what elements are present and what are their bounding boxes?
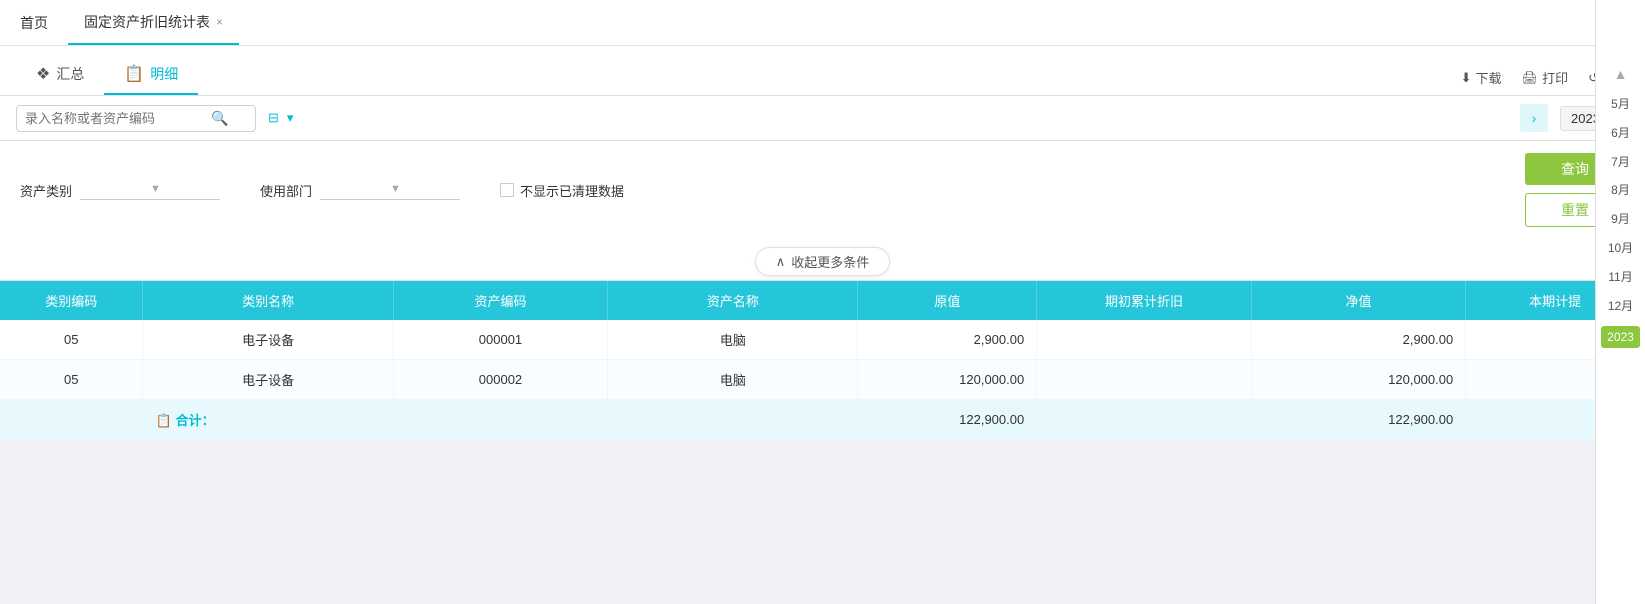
print-btn[interactable]: 🖨 打印 bbox=[1522, 68, 1569, 87]
asset-type-label: 资产类别 bbox=[20, 181, 72, 200]
collapse-label: 收起更多条件 bbox=[791, 252, 869, 271]
table-col-header: 类别名称 bbox=[143, 281, 393, 320]
tab-detail[interactable]: 📋 明细 bbox=[104, 55, 198, 95]
more-conditions-btn[interactable]: ⊟ ▾ bbox=[268, 110, 293, 126]
table-cell: 000001 bbox=[393, 320, 608, 360]
table-cell bbox=[1037, 360, 1252, 400]
table-cell: 电子设备 bbox=[143, 360, 393, 400]
table-cell: 000002 bbox=[393, 360, 608, 400]
department-select[interactable]: ▼ bbox=[320, 181, 460, 200]
nav-home[interactable]: 首页 bbox=[0, 0, 68, 45]
search-input[interactable] bbox=[25, 111, 205, 126]
table-cell: 2,900.00 bbox=[858, 320, 1037, 360]
sidebar-month[interactable]: 8月 bbox=[1604, 176, 1637, 205]
print-label: 打印 bbox=[1542, 68, 1568, 87]
table-col-header: 类别编码 bbox=[0, 281, 143, 320]
total-cell bbox=[0, 400, 143, 440]
table-header: 类别编码类别名称资产编码资产名称原值期初累计折旧净值本期计提 bbox=[0, 281, 1645, 320]
table-col-header: 资产编码 bbox=[393, 281, 608, 320]
hide-cleared-label: 不显示已清理数据 bbox=[520, 181, 624, 200]
table-col-header: 净值 bbox=[1251, 281, 1466, 320]
sidebar-month[interactable]: 7月 bbox=[1604, 148, 1637, 177]
table-wrap: 类别编码类别名称资产编码资产名称原值期初累计折旧净值本期计提 05电子设备000… bbox=[0, 281, 1645, 440]
table-total-row: 📋合计： 122,900.00 122,900.00 bbox=[0, 400, 1645, 440]
summary-icon: ❖ bbox=[36, 64, 50, 84]
tab-detail-label: 明细 bbox=[150, 64, 178, 84]
tab-summary-label: 汇总 bbox=[56, 64, 84, 84]
search-input-wrap[interactable]: 🔍 bbox=[16, 105, 256, 132]
sidebar-month[interactable]: 12月 bbox=[1604, 292, 1637, 321]
nav-tab-label: 固定资产折旧统计表 bbox=[84, 12, 210, 32]
table-col-header: 资产名称 bbox=[608, 281, 858, 320]
hide-cleared-checkbox[interactable]: 不显示已清理数据 bbox=[500, 181, 624, 200]
table-cell: 电脑 bbox=[608, 320, 858, 360]
sidebar-month[interactable]: 10月 bbox=[1604, 234, 1637, 263]
filter-icon: ⊟ bbox=[268, 110, 279, 126]
right-sidebar: ▲ 5月6月7月8月9月10月11月12月 2023 bbox=[1595, 0, 1645, 604]
department-label: 使用部门 bbox=[260, 181, 312, 200]
download-label: 下载 bbox=[1476, 68, 1502, 87]
search-icon: 🔍 bbox=[211, 110, 228, 127]
sidebar-scroll-up[interactable]: ▲ bbox=[1596, 60, 1645, 88]
tab-summary[interactable]: ❖ 汇总 bbox=[16, 55, 104, 95]
nav-tab-close[interactable]: × bbox=[216, 15, 223, 29]
table-cell: 120,000.00 bbox=[1251, 360, 1466, 400]
total-cell: 122,900.00 bbox=[1251, 400, 1466, 440]
table-body: 05电子设备000001电脑2,900.002,900.0005电子设备0000… bbox=[0, 320, 1645, 440]
department-filter: 使用部门 ▼ bbox=[260, 181, 460, 200]
department-arrow: ▼ bbox=[390, 183, 454, 195]
total-cell bbox=[608, 400, 858, 440]
more-conditions-arrow: ▾ bbox=[287, 110, 294, 126]
table-cell bbox=[1037, 320, 1252, 360]
print-icon: 🖨 bbox=[1522, 70, 1539, 86]
data-table: 类别编码类别名称资产编码资产名称原值期初累计折旧净值本期计提 05电子设备000… bbox=[0, 281, 1645, 440]
sidebar-month[interactable]: 11月 bbox=[1604, 263, 1637, 292]
year-badge[interactable]: 2023 bbox=[1601, 326, 1640, 348]
sidebar-month[interactable]: 9月 bbox=[1604, 205, 1637, 234]
asset-type-filter: 资产类别 ▼ bbox=[20, 181, 220, 200]
table-row: 05电子设备000001电脑2,900.002,900.00 bbox=[0, 320, 1645, 360]
table-col-header: 原值 bbox=[858, 281, 1037, 320]
collapse-row: ∧ 收起更多条件 bbox=[20, 239, 1625, 280]
table-cell: 05 bbox=[0, 360, 143, 400]
total-cell: 122,900.00 bbox=[858, 400, 1037, 440]
download-btn[interactable]: ⬇ 下载 bbox=[1461, 68, 1502, 87]
asset-type-select[interactable]: ▼ bbox=[80, 181, 220, 200]
collapse-btn[interactable]: ∧ 收起更多条件 bbox=[755, 247, 891, 276]
search-bar: 🔍 ⊟ ▾ › 2023.01 bbox=[0, 96, 1645, 141]
total-cell: 📋合计： bbox=[143, 400, 393, 440]
detail-icon: 📋 bbox=[124, 64, 144, 84]
total-cell bbox=[393, 400, 608, 440]
table-cell: 电子设备 bbox=[143, 320, 393, 360]
top-nav: 首页 固定资产折旧统计表 × ✕ bbox=[0, 0, 1645, 46]
sub-tabs-bar: ❖ 汇总 📋 明细 ⬇ 下载 🖨 打印 ↺ 刷新 bbox=[0, 46, 1645, 96]
asset-type-arrow: ▼ bbox=[150, 183, 214, 195]
table-cell: 120,000.00 bbox=[858, 360, 1037, 400]
sidebar-month[interactable]: 5月 bbox=[1604, 90, 1637, 119]
table-col-header: 期初累计折旧 bbox=[1037, 281, 1252, 320]
expand-right-btn[interactable]: › bbox=[1520, 104, 1548, 132]
sub-tabs-left: ❖ 汇总 📋 明细 bbox=[16, 46, 198, 95]
table-row: 05电子设备000002电脑120,000.00120,000.00 bbox=[0, 360, 1645, 400]
filter-row: 资产类别 ▼ 使用部门 ▼ 不显示已清理数据 查询 重置 bbox=[20, 153, 1625, 239]
total-cell bbox=[1037, 400, 1252, 440]
table-cell: 电脑 bbox=[608, 360, 858, 400]
checkbox-box[interactable] bbox=[500, 183, 514, 197]
collapse-up-icon: ∧ bbox=[776, 254, 786, 270]
nav-tab-fixed-assets[interactable]: 固定资产折旧统计表 × bbox=[68, 0, 239, 45]
download-icon: ⬇ bbox=[1461, 70, 1472, 86]
filter-area: 资产类别 ▼ 使用部门 ▼ 不显示已清理数据 查询 重置 ∧ 收起更多条件 bbox=[0, 141, 1645, 281]
sidebar-month[interactable]: 6月 bbox=[1604, 119, 1637, 148]
table-cell: 2,900.00 bbox=[1251, 320, 1466, 360]
table-cell: 05 bbox=[0, 320, 143, 360]
